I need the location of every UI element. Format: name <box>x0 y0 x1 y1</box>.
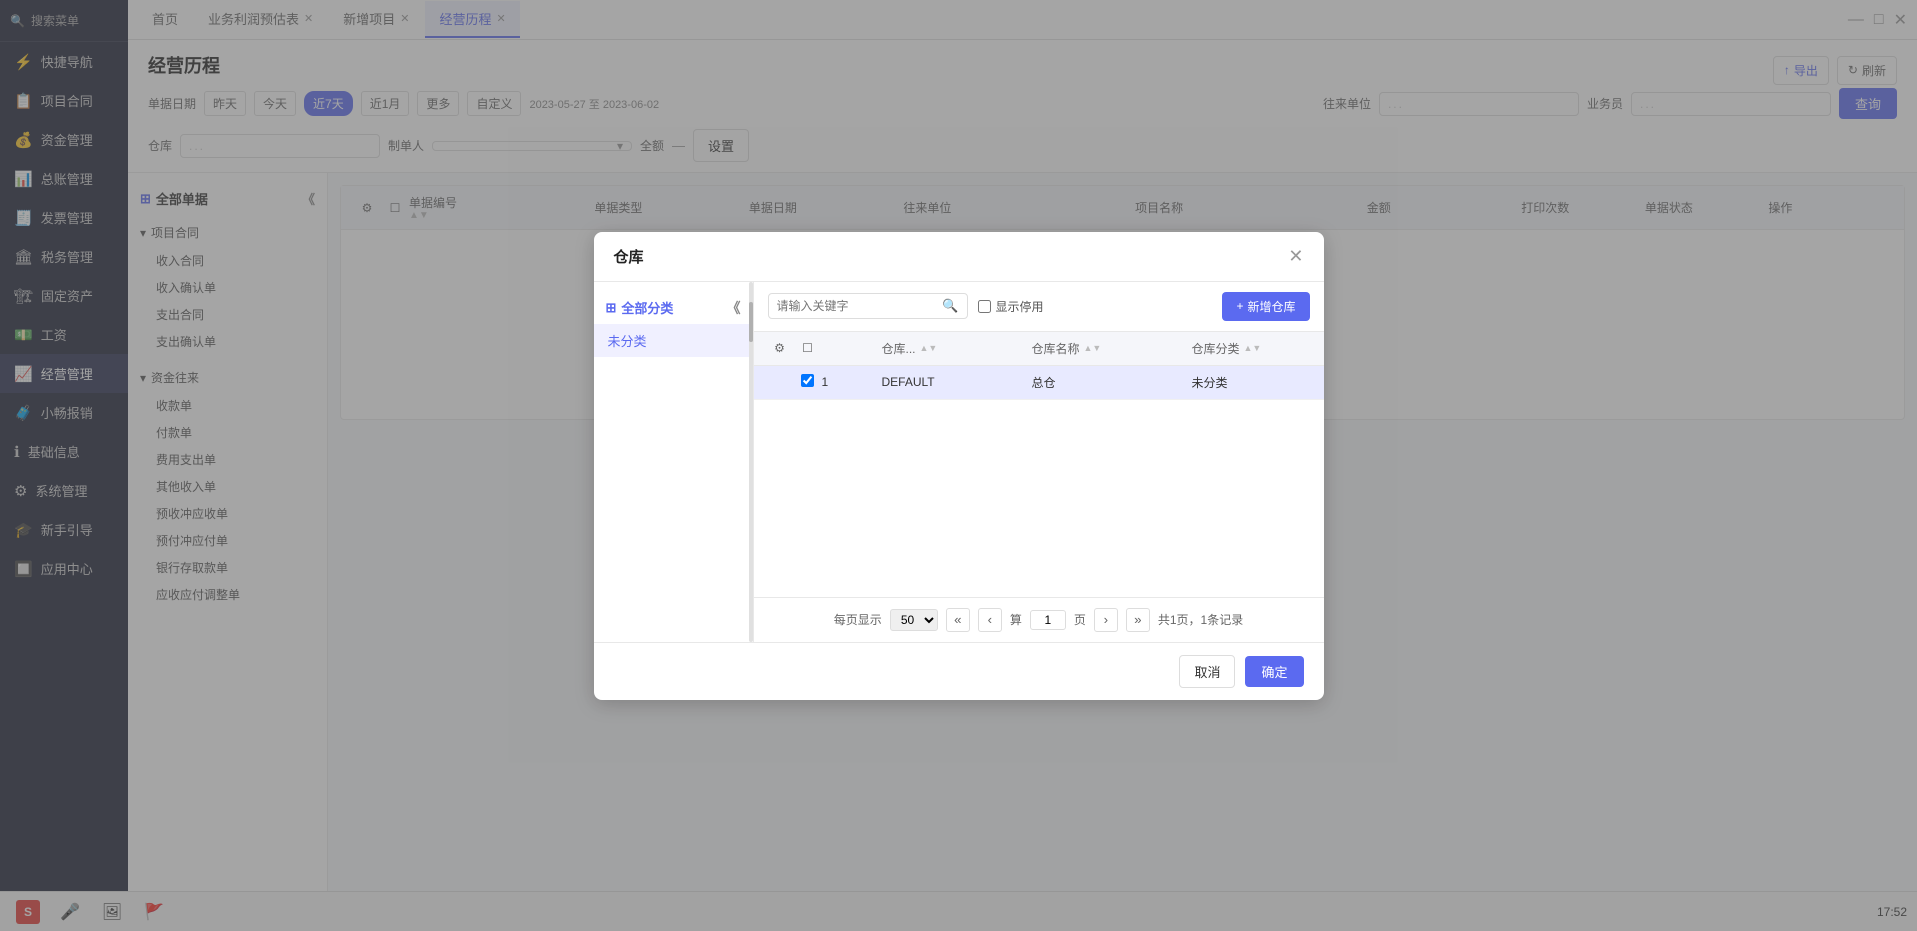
show-disabled-checkbox[interactable]: 显示停用 <box>978 298 1044 315</box>
dialog-th-code: 仓库... ▲▼ <box>882 340 1032 357</box>
page-first-btn[interactable]: « <box>946 608 970 632</box>
row-category: 未分类 <box>1192 374 1312 391</box>
show-disabled-label: 显示停用 <box>996 298 1044 315</box>
table-row[interactable]: 1 DEFAULT 总仓 未分类 <box>754 366 1324 400</box>
dialog-th-gear: ⚙ <box>766 341 794 355</box>
page-last-btn[interactable]: » <box>1126 608 1150 632</box>
row-check[interactable] <box>794 374 822 390</box>
dialog-table-header: ⚙ ☐ 仓库... ▲▼ 仓库名称 ▲▼ 仓库分类 <box>754 332 1324 366</box>
plus-icon: + <box>1236 299 1243 313</box>
add-warehouse-button[interactable]: + 新增仓库 <box>1222 292 1309 321</box>
cancel-button[interactable]: 取消 <box>1179 655 1235 688</box>
grid-icon2: ⊞ <box>606 300 617 316</box>
warehouse-dialog: 仓库 ✕ ⊞ 全部分类 《 未分类 <box>594 232 1324 700</box>
sort-icon-name: ▲▼ <box>1084 344 1102 353</box>
dialog-title: 仓库 <box>614 246 644 267</box>
dialog-close-button[interactable]: ✕ <box>1288 246 1303 267</box>
category-scrollbar[interactable] <box>749 282 753 642</box>
row-id: 1 <box>822 375 882 389</box>
category-item-uncategorized[interactable]: 未分类 <box>594 324 753 357</box>
row-checkbox[interactable] <box>801 374 814 387</box>
confirm-button[interactable]: 确定 <box>1245 656 1303 687</box>
dialog-th-cat: 仓库分类 ▲▼ <box>1192 340 1312 357</box>
dialog-per-page-select[interactable]: 50 <box>890 609 938 631</box>
sort-icon-cat: ▲▼ <box>1244 344 1262 353</box>
dialog-per-page-label: 每页显示 <box>834 611 882 628</box>
dialog-pagination: 每页显示 50 « ‹ 算 页 › » 共1页，1条记录 <box>754 597 1324 642</box>
dialog-header: 仓库 ✕ <box>594 232 1324 282</box>
search-box[interactable]: 🔍 <box>768 293 968 319</box>
dialog-body: ⊞ 全部分类 《 未分类 🔍 <box>594 282 1324 642</box>
dialog-footer: 取消 确定 <box>594 642 1324 700</box>
category-scrollbar-thumb <box>749 302 753 342</box>
search-input[interactable] <box>777 299 937 313</box>
dialog-total-text: 共1页，1条记录 <box>1158 611 1243 628</box>
category-all[interactable]: ⊞ 全部分类 《 <box>594 292 753 324</box>
page-prev-btn[interactable]: ‹ <box>978 608 1002 632</box>
page-unit: 页 <box>1074 611 1086 628</box>
page-next-btn[interactable]: › <box>1094 608 1118 632</box>
dialog-page-input[interactable] <box>1030 610 1066 630</box>
sort-icon-code: ▲▼ <box>920 344 938 353</box>
overlay: 仓库 ✕ ⊞ 全部分类 《 未分类 <box>0 0 1917 931</box>
category-header-label: 全部分类 <box>621 298 673 317</box>
dialog-th-name: 仓库名称 ▲▼ <box>1032 340 1192 357</box>
page-label: 算 <box>1010 611 1022 628</box>
show-disabled-check[interactable] <box>978 300 991 313</box>
data-table: ⚙ ☐ 仓库... ▲▼ 仓库名称 ▲▼ 仓库分类 <box>754 332 1324 597</box>
category-panel: ⊞ 全部分类 《 未分类 <box>594 282 754 642</box>
row-name: 总仓 <box>1032 374 1192 391</box>
row-code: DEFAULT <box>882 375 1032 389</box>
content-toolbar: 🔍 显示停用 + 新增仓库 <box>754 282 1324 332</box>
content-panel: 🔍 显示停用 + 新增仓库 ⚙ ☐ <box>754 282 1324 642</box>
search-icon2: 🔍 <box>942 298 958 314</box>
dialog-th-check[interactable]: ☐ <box>794 341 822 355</box>
category-collapse[interactable]: 《 <box>727 298 741 318</box>
